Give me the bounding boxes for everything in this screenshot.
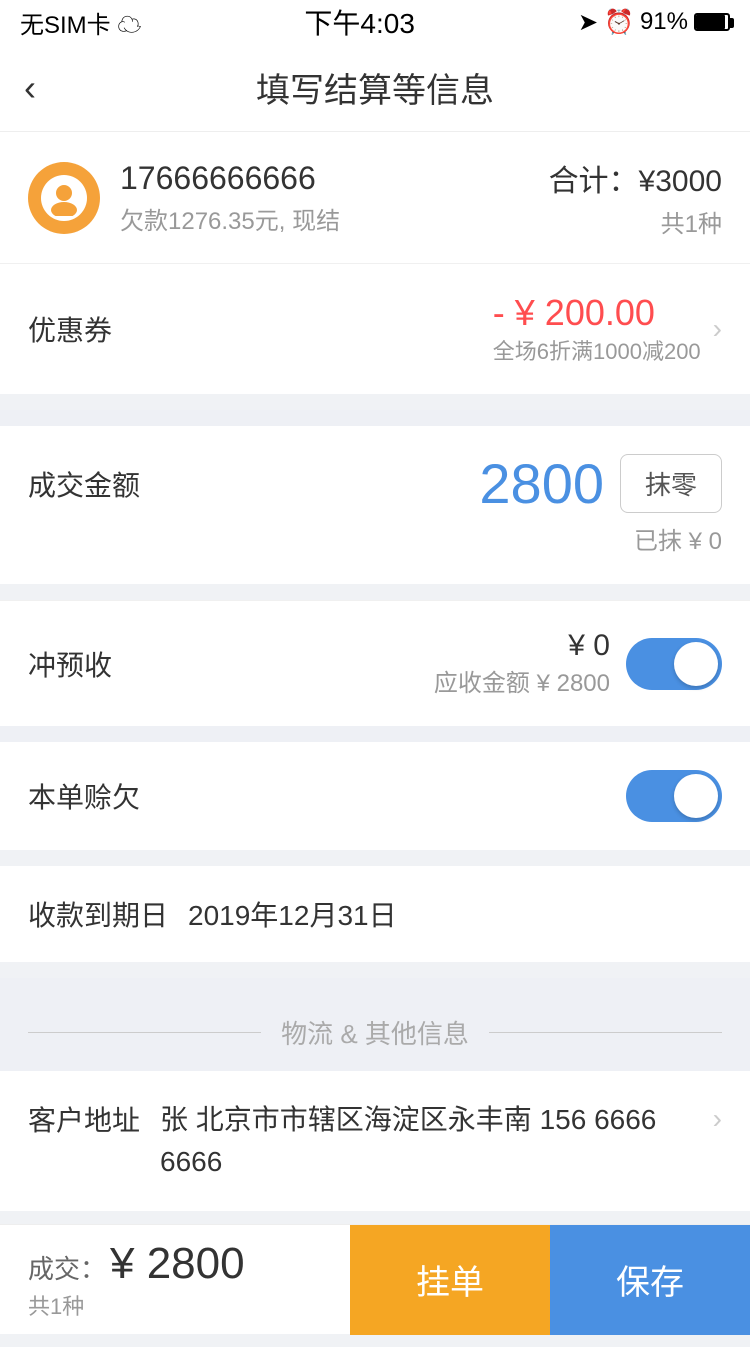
debt-toggle-knob	[674, 774, 718, 818]
deal-sub-text: 已抹 ¥ 0	[634, 528, 722, 555]
bottom-total-amount: ¥ 2800	[110, 1239, 245, 1289]
prepay-right: ¥ 0 应收金额 ¥ 2800	[434, 629, 722, 698]
bottom-info: 成交： ¥ 2800 共1种	[0, 1239, 350, 1321]
due-date-section: 收款到期日 2019年12月31日	[0, 866, 750, 962]
coupon-label: 优惠券	[28, 309, 112, 349]
separator-1	[0, 410, 750, 426]
date-row: 收款到期日 2019年12月31日	[28, 894, 722, 934]
date-label: 收款到期日	[28, 894, 168, 934]
status-time: 下午4:03	[304, 2, 415, 42]
bottom-bar: 成交： ¥ 2800 共1种 挂单 保存	[0, 1224, 750, 1334]
prepay-section: 冲预收 ¥ 0 应收金额 ¥ 2800	[0, 600, 750, 726]
save-button[interactable]: 保存	[550, 1225, 750, 1335]
total-amount: 合计：¥3000	[549, 156, 722, 200]
divider-line-right	[489, 1032, 722, 1033]
alarm-icon: ⏰	[604, 8, 634, 37]
battery-icon	[694, 13, 730, 31]
content-area: 17666666666 欠款1276.35元, 现结 合计：¥3000 共1种 …	[0, 132, 750, 1347]
hang-order-button[interactable]: 挂单	[350, 1225, 550, 1335]
prepay-sub: 应收金额 ¥ 2800	[434, 663, 610, 698]
user-avatar-svg	[46, 180, 82, 216]
user-phone: 17666666666	[120, 160, 549, 197]
bottom-deal-label: 成交：	[28, 1249, 106, 1286]
coupon-info: - ¥ 200.00 全场6折满1000减200	[493, 292, 701, 366]
coupon-right: - ¥ 200.00 全场6折满1000减200 ›	[493, 292, 722, 366]
sim-status: 无SIM卡 ☁	[20, 5, 141, 40]
deal-amount-row: 2800 抹零	[479, 454, 722, 513]
logistics-label: 物流 & 其他信息	[281, 1014, 469, 1051]
prepay-toggle[interactable]	[626, 638, 722, 690]
status-left: 无SIM卡 ☁	[20, 5, 141, 40]
coupon-desc: 全场6折满1000减200	[493, 334, 701, 366]
avatar	[28, 162, 100, 234]
user-info-card: 17666666666 欠款1276.35元, 现结 合计：¥3000 共1种 …	[0, 132, 750, 394]
nav-bar: ‹ 填写结算等信息	[0, 44, 750, 132]
debt-label: 本单赊欠	[28, 776, 140, 816]
prepay-row: 冲预收 ¥ 0 应收金额 ¥ 2800	[28, 629, 722, 698]
page-title: 填写结算等信息	[256, 63, 494, 112]
round-button[interactable]: 抹零	[620, 454, 722, 513]
deal-row: 成交金额 2800 抹零	[28, 454, 722, 513]
prepay-amount-block: ¥ 0 应收金额 ¥ 2800	[434, 629, 610, 698]
bottom-sub-text: 共1种	[28, 1289, 322, 1321]
address-chevron-icon: ›	[713, 1103, 722, 1135]
user-details: 17666666666 欠款1276.35元, 现结	[120, 160, 549, 236]
date-value: 2019年12月31日	[188, 894, 397, 934]
coupon-amount: - ¥ 200.00	[493, 292, 701, 334]
toggle-knob	[674, 642, 718, 686]
address-section[interactable]: 客户地址 张 北京市市辖区海淀区永丰南 156 6666 6666 ›	[0, 1071, 750, 1211]
address-label: 客户地址	[28, 1099, 140, 1139]
coupon-row[interactable]: 优惠券 - ¥ 200.00 全场6折满1000减200 ›	[0, 263, 750, 394]
status-right: ➤ ⏰ 91%	[578, 8, 730, 37]
avatar-icon	[41, 175, 87, 221]
battery-status: 91%	[640, 8, 688, 36]
total-sub: 共1种	[549, 204, 722, 239]
divider-line-left	[28, 1032, 261, 1033]
logistics-divider: 物流 & 其他信息	[0, 994, 750, 1071]
deal-label: 成交金额	[28, 464, 140, 504]
user-sub-text: 欠款1276.35元, 现结	[120, 201, 549, 236]
prepay-amount: ¥ 0	[434, 629, 610, 663]
back-button[interactable]: ‹	[24, 67, 36, 109]
debt-toggle[interactable]	[626, 770, 722, 822]
debt-section: 本单赊欠	[0, 742, 750, 850]
deal-amount-value[interactable]: 2800	[479, 456, 604, 512]
separator-3	[0, 978, 750, 994]
location-icon: ➤	[578, 8, 598, 37]
coupon-chevron-icon: ›	[713, 313, 722, 345]
prepay-label: 冲预收	[28, 644, 112, 684]
separator-2	[0, 726, 750, 742]
user-row: 17666666666 欠款1276.35元, 现结 合计：¥3000 共1种	[0, 132, 750, 263]
deal-amount-section: 成交金额 2800 抹零 已抹 ¥ 0	[0, 426, 750, 584]
address-value: 张 北京市市辖区海淀区永丰南 156 6666 6666	[160, 1099, 713, 1183]
status-bar: 无SIM卡 ☁ 下午4:03 ➤ ⏰ 91%	[0, 0, 750, 44]
user-total: 合计：¥3000 共1种	[549, 156, 722, 239]
